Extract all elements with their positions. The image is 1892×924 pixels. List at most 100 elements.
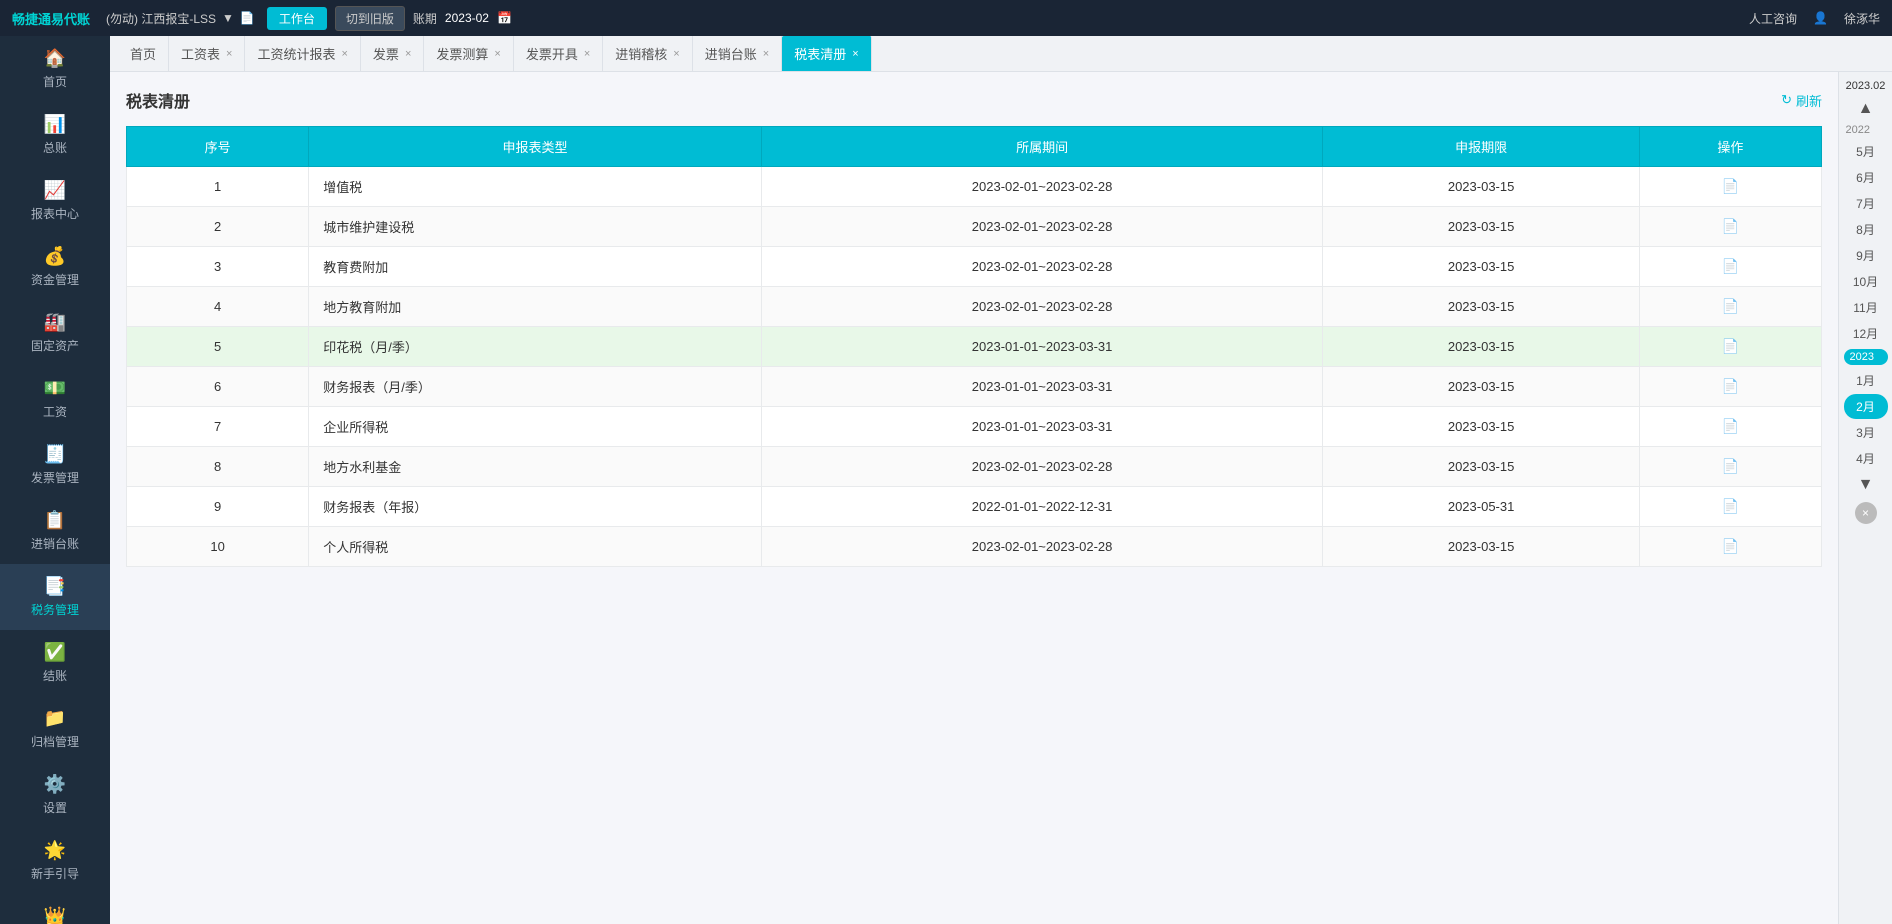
action-button-9[interactable]: 📄 <box>1718 536 1743 557</box>
cell-deadline-4: 2023-03-15 <box>1323 327 1639 367</box>
col-header-操作: 操作 <box>1639 127 1821 167</box>
tab-4[interactable]: 发票测算× <box>424 36 513 72</box>
main-layout: 🏠 首页 📊 总账 📈 报表中心 💰 资金管理 🏭 固定资产 💵 工资 🧾 发票… <box>0 36 1892 924</box>
period-label: 账期 <box>413 10 437 27</box>
cell-deadline-2: 2023-03-15 <box>1323 247 1639 287</box>
sidebar-item-purchsale[interactable]: 📋 进销台账 <box>0 498 110 564</box>
tab-label-7: 进销台账 <box>705 44 757 63</box>
user-avatar: 👤 <box>1813 11 1828 25</box>
cell-action-0[interactable]: 📄 <box>1639 167 1821 207</box>
panel-close-button[interactable]: × <box>1855 502 1877 524</box>
tab-close-3[interactable]: × <box>405 48 411 60</box>
action-button-1[interactable]: 📄 <box>1718 216 1743 237</box>
cell-action-9[interactable]: 📄 <box>1639 527 1821 567</box>
sidebar-item-tax[interactable]: 📑 税务管理 <box>0 564 110 630</box>
tab-3[interactable]: 发票× <box>361 36 424 72</box>
cell-action-7[interactable]: 📄 <box>1639 447 1821 487</box>
cell-no-9: 10 <box>127 527 309 567</box>
tab-8[interactable]: 税表清册× <box>782 36 871 72</box>
month-item-2022-8月[interactable]: 8月 <box>1844 217 1888 242</box>
sidebar-item-ledger[interactable]: 📊 总账 <box>0 102 110 168</box>
sidebar-label-settle: 结账 <box>43 667 67 684</box>
action-button-3[interactable]: 📄 <box>1718 296 1743 317</box>
tab-1[interactable]: 工资表× <box>169 36 245 72</box>
month-item-2023-after-3月[interactable]: 3月 <box>1844 420 1888 445</box>
sidebar-item-fund[interactable]: 💰 资金管理 <box>0 234 110 300</box>
cell-type-6: 企业所得税 <box>309 407 762 447</box>
tab-0[interactable]: 首页 <box>118 36 169 72</box>
cell-action-4[interactable]: 📄 <box>1639 327 1821 367</box>
action-button-2[interactable]: 📄 <box>1718 256 1743 277</box>
company-selector[interactable]: (勿动) 江西报宝-LSS ▼ 📄 <box>106 10 255 27</box>
month-item-active[interactable]: 2月 <box>1844 394 1888 419</box>
cell-no-0: 1 <box>127 167 309 207</box>
action-button-5[interactable]: 📄 <box>1718 376 1743 397</box>
sidebar-item-salary[interactable]: 💵 工资 <box>0 366 110 432</box>
tab-6[interactable]: 进销稽核× <box>603 36 692 72</box>
action-button-4[interactable]: 📄 <box>1718 336 1743 357</box>
cell-deadline-0: 2023-03-15 <box>1323 167 1639 207</box>
sidebar-item-archive[interactable]: 📁 归档管理 <box>0 696 110 762</box>
company-dropdown-icon[interactable]: ▼ <box>222 11 234 25</box>
tab-close-2[interactable]: × <box>341 48 347 60</box>
month-item-2022-11月[interactable]: 11月 <box>1844 295 1888 320</box>
sidebar-item-member[interactable]: 👑 畅会员 <box>0 894 110 924</box>
month-item-2023-1月[interactable]: 1月 <box>1844 368 1888 393</box>
switch-button[interactable]: 切到旧版 <box>335 6 405 31</box>
month-item-2022-9月[interactable]: 9月 <box>1844 243 1888 268</box>
settle-icon: ✅ <box>44 642 66 663</box>
cell-action-2[interactable]: 📄 <box>1639 247 1821 287</box>
sidebar-item-home[interactable]: 🏠 首页 <box>0 36 110 102</box>
sidebar-item-settle[interactable]: ✅ 结账 <box>0 630 110 696</box>
tab-close-7[interactable]: × <box>763 48 769 60</box>
cell-action-8[interactable]: 📄 <box>1639 487 1821 527</box>
sidebar-item-report[interactable]: 📈 报表中心 <box>0 168 110 234</box>
tab-close-4[interactable]: × <box>494 48 500 60</box>
panel-up-button[interactable]: ▲ <box>1854 96 1878 122</box>
action-button-0[interactable]: 📄 <box>1718 176 1743 197</box>
cell-action-5[interactable]: 📄 <box>1639 367 1821 407</box>
refresh-button[interactable]: ↻ 刷新 <box>1781 91 1822 110</box>
cell-period-3: 2023-02-01~2023-02-28 <box>761 287 1323 327</box>
tab-7[interactable]: 进销台账 × <box>693 36 782 72</box>
sidebar-label-purchsale: 进销台账 <box>31 535 79 552</box>
sidebar-item-settings[interactable]: ⚙️ 设置 <box>0 762 110 828</box>
tab-close-6[interactable]: × <box>673 48 679 60</box>
cell-no-4: 5 <box>127 327 309 367</box>
cell-deadline-3: 2023-03-15 <box>1323 287 1639 327</box>
tab-5[interactable]: 发票开具 × <box>514 36 603 72</box>
month-item-2022-7月[interactable]: 7月 <box>1844 191 1888 216</box>
year-2023-badge[interactable]: 2023 <box>1844 349 1888 365</box>
tab-close-1[interactable]: × <box>226 48 232 60</box>
home-icon: 🏠 <box>44 48 66 69</box>
cell-action-6[interactable]: 📄 <box>1639 407 1821 447</box>
action-button-6[interactable]: 📄 <box>1718 416 1743 437</box>
month-item-2022-6月[interactable]: 6月 <box>1844 165 1888 190</box>
action-button-8[interactable]: 📄 <box>1718 496 1743 517</box>
action-button-7[interactable]: 📄 <box>1718 456 1743 477</box>
user-name[interactable]: 徐涿华 <box>1844 10 1880 27</box>
sidebar-item-invoice[interactable]: 🧾 发票管理 <box>0 432 110 498</box>
tab-label-5: 发票开具 <box>526 44 578 63</box>
cell-action-1[interactable]: 📄 <box>1639 207 1821 247</box>
cell-action-3[interactable]: 📄 <box>1639 287 1821 327</box>
month-item-2023-after-4月[interactable]: 4月 <box>1844 446 1888 471</box>
month-item-2022-10月[interactable]: 10月 <box>1844 269 1888 294</box>
tab-close-8[interactable]: × <box>852 48 858 60</box>
page-inner: 税表清册 ↻ 刷新 序号申报表类型所属期间申报期限操作 1 增值税 2023-0… <box>110 72 1838 924</box>
invoice-icon: 🧾 <box>44 444 66 465</box>
tab-close-5[interactable]: × <box>584 48 590 60</box>
month-item-2022-12月[interactable]: 12月 <box>1844 321 1888 346</box>
panel-down-button[interactable]: ▼ <box>1854 472 1878 498</box>
sidebar-label-ledger: 总账 <box>43 139 67 156</box>
sidebar-item-assets[interactable]: 🏭 固定资产 <box>0 300 110 366</box>
tab-bar: 首页工资表×工资统计报表×发票×发票测算×发票开具×进销稽核×进销台账×税表清册… <box>110 36 1892 72</box>
sidebar-item-guide[interactable]: 🌟 新手引导 <box>0 828 110 894</box>
sidebar-label-archive: 归档管理 <box>31 733 79 750</box>
workspace-button[interactable]: 工作台 <box>267 7 327 30</box>
sidebar: 🏠 首页 📊 总账 📈 报表中心 💰 资金管理 🏭 固定资产 💵 工资 🧾 发票… <box>0 36 110 924</box>
ai-consult-button[interactable]: 人工咨询 <box>1749 10 1797 27</box>
tab-2[interactable]: 工资统计报表× <box>245 36 360 72</box>
month-item-2022-5月[interactable]: 5月 <box>1844 139 1888 164</box>
calendar-icon[interactable]: 📅 <box>497 11 512 25</box>
